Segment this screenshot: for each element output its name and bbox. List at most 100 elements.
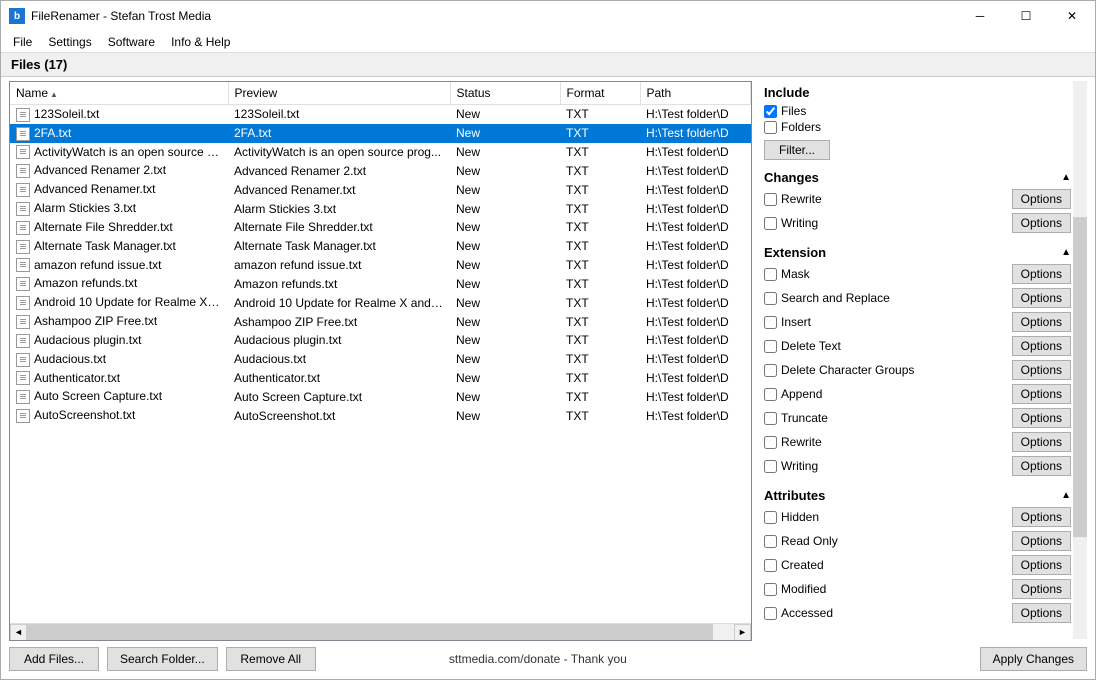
table-row[interactable]: Authenticator.txtAuthenticator.txtNewTXT… [10, 369, 751, 388]
table-row[interactable]: Alternate Task Manager.txtAlternate Task… [10, 237, 751, 256]
scroll-track[interactable] [27, 624, 734, 641]
table-row[interactable]: AutoScreenshot.txtAutoScreenshot.txtNewT… [10, 406, 751, 425]
remove-all-button[interactable]: Remove All [226, 647, 316, 671]
scroll-left-icon[interactable]: ◄ [10, 624, 27, 641]
option-checkbox[interactable] [764, 559, 777, 572]
table-row[interactable]: Ashampoo ZIP Free.txtAshampoo ZIP Free.t… [10, 312, 751, 331]
extension-collapse-icon[interactable]: ▲ [1061, 247, 1071, 258]
option-checkbox[interactable] [764, 511, 777, 524]
option-checkbox[interactable] [764, 340, 777, 353]
option-checkbox[interactable] [764, 292, 777, 305]
options-button[interactable]: Options [1012, 408, 1071, 428]
file-icon [16, 334, 30, 348]
options-button[interactable]: Options [1012, 555, 1071, 575]
cell-preview: amazon refund issue.txt [228, 256, 450, 275]
changes-collapse-icon[interactable]: ▲ [1061, 172, 1071, 183]
table-row[interactable]: amazon refund issue.txtamazon refund iss… [10, 256, 751, 275]
close-button[interactable]: ✕ [1049, 1, 1095, 31]
options-button[interactable]: Options [1012, 213, 1071, 233]
options-button[interactable]: Options [1012, 312, 1071, 332]
col-path[interactable]: Path [640, 82, 751, 105]
section-changes-title: Changes [764, 170, 819, 185]
option-label: Rewrite [781, 192, 822, 206]
cell-preview: Advanced Renamer 2.txt [228, 161, 450, 180]
options-button[interactable]: Options [1012, 507, 1071, 527]
option-checkbox[interactable] [764, 268, 777, 281]
scroll-right-icon[interactable]: ► [734, 624, 751, 641]
cell-name: Audacious.txt [10, 350, 228, 369]
filter-button[interactable]: Filter... [764, 140, 830, 160]
option-checkbox[interactable] [764, 217, 777, 230]
option-checkbox[interactable] [764, 535, 777, 548]
options-button[interactable]: Options [1012, 288, 1071, 308]
option-checkbox[interactable] [764, 193, 777, 206]
table-row[interactable]: Audacious.txtAudacious.txtNewTXTH:\Test … [10, 350, 751, 369]
file-icon [16, 277, 30, 291]
cell-name: ActivityWatch is an open source pr... [10, 143, 228, 162]
option-checkbox[interactable] [764, 316, 777, 329]
apply-changes-button[interactable]: Apply Changes [980, 647, 1087, 671]
include-files-checkbox[interactable] [764, 105, 777, 118]
options-button[interactable]: Options [1012, 456, 1071, 476]
options-button[interactable]: Options [1012, 384, 1071, 404]
option-label: Rewrite [781, 435, 822, 449]
cell-status: New [450, 161, 560, 180]
donate-text: sttmedia.com/donate - Thank you [324, 652, 752, 666]
option-label-wrap: Delete Character Groups [764, 363, 1012, 377]
maximize-button[interactable]: ☐ [1003, 1, 1049, 31]
table-row[interactable]: ActivityWatch is an open source pr...Act… [10, 143, 751, 162]
menu-info-help[interactable]: Info & Help [163, 33, 238, 51]
menubar: File Settings Software Info & Help [1, 31, 1095, 53]
table-row[interactable]: Advanced Renamer 2.txtAdvanced Renamer 2… [10, 161, 751, 180]
file-icon [16, 315, 30, 329]
option-checkbox[interactable] [764, 388, 777, 401]
options-button[interactable]: Options [1012, 264, 1071, 284]
col-format[interactable]: Format [560, 82, 640, 105]
table-row[interactable]: Amazon refunds.txtAmazon refunds.txtNewT… [10, 274, 751, 293]
table-row[interactable]: Advanced Renamer.txtAdvanced Renamer.txt… [10, 180, 751, 199]
option-checkbox[interactable] [764, 412, 777, 425]
table-row[interactable]: Auto Screen Capture.txtAuto Screen Captu… [10, 387, 751, 406]
option-row: Rewrite Options [764, 189, 1071, 209]
option-label-wrap: Hidden [764, 510, 1012, 524]
option-label-wrap: Rewrite [764, 192, 1012, 206]
table-row[interactable]: Alternate File Shredder.txtAlternate Fil… [10, 218, 751, 237]
right-content: Include Files Folders Filter... Changes … [764, 81, 1087, 639]
option-checkbox[interactable] [764, 607, 777, 620]
col-name[interactable]: Name▲ [10, 82, 228, 105]
table-row[interactable]: Android 10 Update for Realme X an...Andr… [10, 293, 751, 312]
table-row[interactable]: 2FA.txt2FA.txtNewTXTH:\Test folder\D [10, 124, 751, 143]
vscroll-thumb[interactable] [1073, 217, 1087, 537]
files-header: Files (17) [1, 53, 1095, 77]
menu-software[interactable]: Software [100, 33, 163, 51]
option-checkbox[interactable] [764, 364, 777, 377]
table-row[interactable]: Audacious plugin.txtAudacious plugin.txt… [10, 331, 751, 350]
file-icon [16, 371, 30, 385]
options-button[interactable]: Options [1012, 189, 1071, 209]
options-button[interactable]: Options [1012, 360, 1071, 380]
horizontal-scrollbar[interactable]: ◄ ► [10, 623, 751, 640]
menu-settings[interactable]: Settings [40, 33, 99, 51]
option-checkbox[interactable] [764, 436, 777, 449]
options-button[interactable]: Options [1012, 336, 1071, 356]
options-button[interactable]: Options [1012, 531, 1071, 551]
include-folders-checkbox[interactable] [764, 121, 777, 134]
search-folder-button[interactable]: Search Folder... [107, 647, 218, 671]
add-files-button[interactable]: Add Files... [9, 647, 99, 671]
cell-preview: 123Soleil.txt [228, 105, 450, 124]
option-checkbox[interactable] [764, 460, 777, 473]
menu-file[interactable]: File [5, 33, 40, 51]
table-row[interactable]: Alarm Stickies 3.txtAlarm Stickies 3.txt… [10, 199, 751, 218]
attributes-collapse-icon[interactable]: ▲ [1061, 490, 1071, 501]
vertical-scrollbar[interactable] [1073, 81, 1087, 639]
minimize-button[interactable]: ─ [957, 1, 1003, 31]
cell-name: Ashampoo ZIP Free.txt [10, 312, 228, 331]
options-button[interactable]: Options [1012, 603, 1071, 623]
option-checkbox[interactable] [764, 583, 777, 596]
col-preview[interactable]: Preview [228, 82, 450, 105]
options-button[interactable]: Options [1012, 432, 1071, 452]
table-row[interactable]: 123Soleil.txt123Soleil.txtNewTXTH:\Test … [10, 105, 751, 124]
col-status[interactable]: Status [450, 82, 560, 105]
options-button[interactable]: Options [1012, 579, 1071, 599]
scroll-thumb[interactable] [27, 624, 713, 641]
